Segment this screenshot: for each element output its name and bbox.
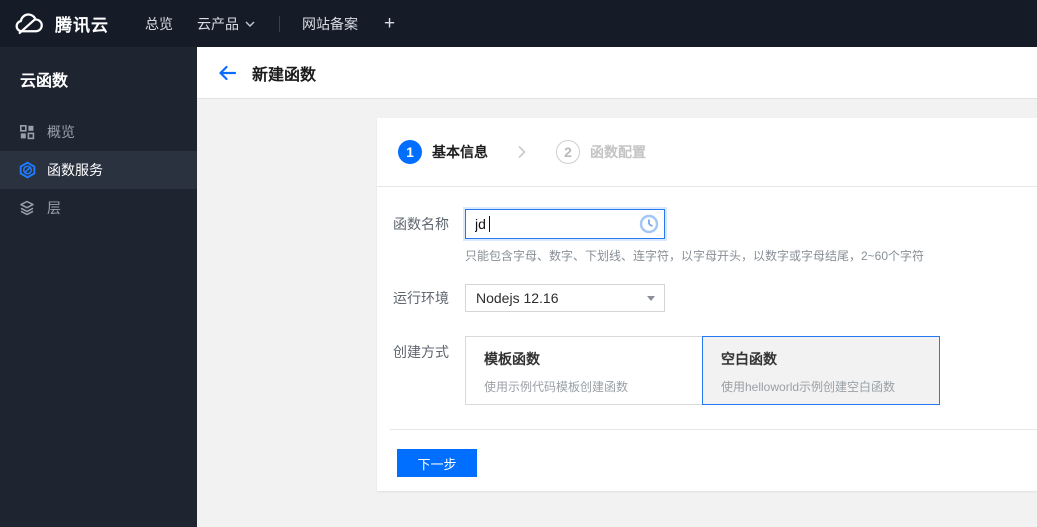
main-area: 新建函数 1 基本信息 2 函数配置 函数名称 jd 只能包含字母、数字、下划线…: [197, 47, 1037, 527]
step-number-badge: 2: [556, 140, 580, 164]
function-name-hint: 只能包含字母、数字、下划线、连字符，以字母开头，以数字或字母结尾，2~60个字符: [465, 249, 925, 263]
brand-home-link[interactable]: 腾讯云: [12, 11, 109, 36]
brand-name: 腾讯云: [55, 16, 109, 35]
text-cursor: [489, 216, 490, 232]
sidebar-title: 云函数: [20, 73, 69, 90]
creation-method-card-blank[interactable]: 空白函数 使用helloworld示例创建空白函数: [702, 336, 940, 405]
layers-icon: [19, 200, 36, 217]
sidebar-item-layers[interactable]: 层: [0, 189, 197, 227]
grid-icon: [19, 124, 36, 141]
step-label: 函数配置: [590, 144, 646, 160]
nav-item-overview[interactable]: 总览: [145, 14, 173, 34]
runtime-select[interactable]: Nodejs 12.16: [465, 284, 665, 312]
wizard-steps: 1 基本信息 2 函数配置: [377, 118, 1037, 187]
page-header: 新建函数: [197, 47, 1037, 99]
sidebar-item-function-service[interactable]: 函数服务: [0, 151, 197, 189]
step-number-badge: 1: [398, 140, 422, 164]
creation-method-label: 创建方式: [393, 344, 449, 360]
create-function-panel: 1 基本信息 2 函数配置 函数名称 jd 只能包含字母、数字、下划线、连字符，…: [377, 118, 1037, 491]
topnav-links: 总览 云产品 网站备案 +: [145, 13, 419, 35]
sidebar: 云函数 概览 函数服务 层: [0, 47, 197, 527]
back-button[interactable]: [217, 65, 237, 81]
step-label: 基本信息: [432, 144, 488, 160]
panel-footer: 下一步: [390, 429, 1037, 491]
chevron-down-icon: [245, 21, 255, 27]
sidebar-item-label: 层: [47, 200, 61, 216]
function-name-input-wrap: [465, 209, 665, 239]
caret-down-icon: [647, 296, 655, 301]
nav-divider: [279, 15, 280, 32]
card-description: 使用示例代码模板创建函数: [484, 380, 629, 394]
creation-method-row: 创建方式 模板函数 使用示例代码模板创建函数 空白函数 使用helloworld…: [377, 336, 1037, 405]
runtime-selected-value: Nodejs 12.16: [476, 290, 559, 306]
nav-item-cloud-products[interactable]: 云产品: [197, 14, 255, 34]
creation-method-card-template[interactable]: 模板函数 使用示例代码模板创建函数: [465, 336, 703, 405]
topnav: 腾讯云 总览 云产品 网站备案 +: [0, 0, 1037, 47]
step-basic-info: 1 基本信息: [398, 140, 488, 164]
add-tab-button[interactable]: +: [384, 13, 395, 35]
card-title: 空白函数: [721, 351, 777, 367]
card-description: 使用helloworld示例创建空白函数: [721, 380, 896, 394]
runtime-row: 运行环境 Nodejs 12.16: [377, 284, 1037, 312]
content-area: 1 基本信息 2 函数配置 函数名称 jd 只能包含字母、数字、下划线、连字符，…: [197, 99, 1037, 527]
nav-item-icp-filing[interactable]: 网站备案: [302, 14, 358, 34]
runtime-label: 运行环境: [393, 290, 449, 306]
clock-pending-icon: [638, 213, 660, 240]
tencent-cloud-logo-icon: [12, 12, 46, 36]
step-function-config: 2 函数配置: [556, 140, 646, 164]
scf-hexagon-icon: [19, 161, 36, 179]
function-name-input[interactable]: [465, 209, 665, 239]
next-step-button[interactable]: 下一步: [397, 449, 477, 477]
card-title: 模板函数: [484, 351, 540, 367]
function-name-label: 函数名称: [393, 216, 449, 232]
sidebar-item-overview[interactable]: 概览: [0, 113, 197, 151]
nav-item-cloud-products-label: 云产品: [197, 15, 239, 32]
sidebar-item-label: 概览: [47, 124, 75, 140]
function-name-row: 函数名称 jd 只能包含字母、数字、下划线、连字符，以字母开头，以数字或字母结尾…: [377, 209, 1037, 264]
basic-info-form: 函数名称 jd 只能包含字母、数字、下划线、连字符，以字母开头，以数字或字母结尾…: [377, 209, 1037, 405]
page-title: 新建函数: [252, 66, 317, 84]
creation-method-cards: 模板函数 使用示例代码模板创建函数 空白函数 使用helloworld示例创建空…: [465, 336, 940, 405]
chevron-right-icon: [518, 145, 526, 159]
sidebar-menu: 概览 函数服务 层: [0, 113, 197, 227]
sidebar-item-label: 函数服务: [47, 162, 103, 178]
